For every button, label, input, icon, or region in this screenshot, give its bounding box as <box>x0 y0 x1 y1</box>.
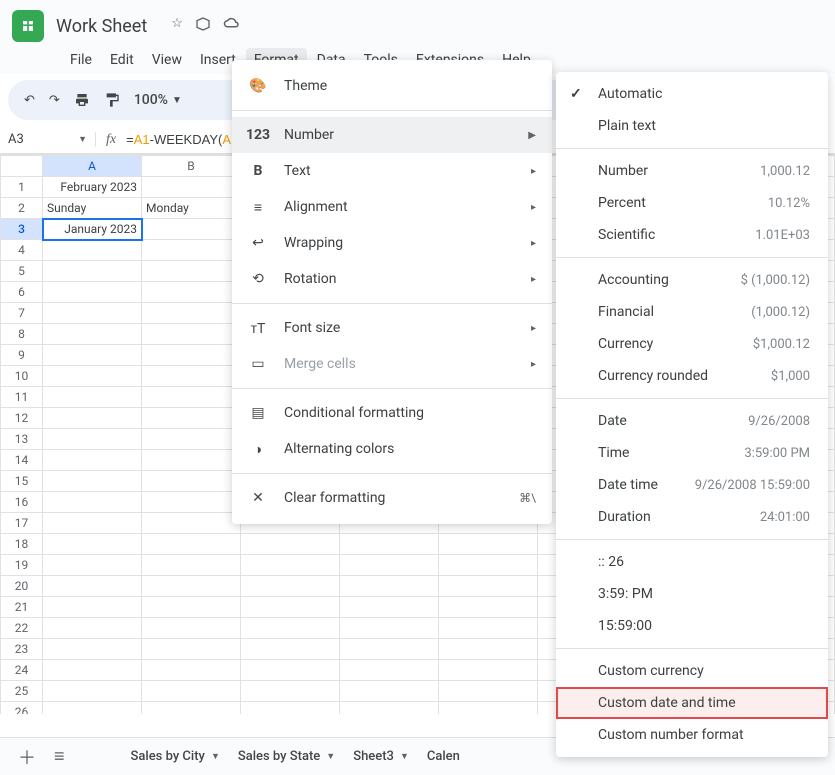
submenu-arrow-icon: ▸ <box>531 323 536 334</box>
chevron-down-icon: ▼ <box>326 751 335 762</box>
chevron-down-icon: ▼ <box>211 751 220 762</box>
col-header[interactable]: A <box>43 156 142 177</box>
add-sheet-icon[interactable]: ＋ <box>18 744 36 770</box>
fmt-datetime[interactable]: Date time9/26/2008 15:59:00 <box>556 469 828 501</box>
menu-text[interactable]: BText▸ <box>232 153 552 189</box>
fmt-scientific[interactable]: Scientific1.01E+03 <box>556 219 828 251</box>
menu-wrapping[interactable]: ↩Wrapping▸ <box>232 225 552 261</box>
name-box-value: A3 <box>8 132 24 147</box>
print-icon[interactable] <box>74 92 90 108</box>
submenu-arrow-icon: ▸ <box>531 202 536 213</box>
conditional-icon: ▤ <box>248 405 268 421</box>
sheet-tab[interactable]: Sheet3▼ <box>353 749 409 764</box>
menu-theme[interactable]: 🎨Theme <box>232 68 552 104</box>
fmt-financial[interactable]: Financial(1,000.12) <box>556 296 828 328</box>
row-header[interactable]: 2 <box>1 198 43 219</box>
menu-edit[interactable]: Edit <box>102 48 142 72</box>
formula-bar[interactable]: =A1-WEEKDAY(A <box>126 132 231 147</box>
cell[interactable]: February 2023 <box>43 177 142 198</box>
fmt-accounting[interactable]: Accounting$ (1,000.12) <box>556 264 828 296</box>
drop-icon: ◑ <box>248 441 268 458</box>
menu-number[interactable]: 123Number▶ <box>232 117 552 153</box>
name-box[interactable]: A3 ▼ <box>0 132 96 147</box>
palette-icon: 🎨 <box>248 78 268 94</box>
submenu-arrow-icon: ▶ <box>528 130 536 141</box>
submenu-arrow-icon: ▸ <box>531 238 536 249</box>
submenu-arrow-icon: ▸ <box>531 166 536 177</box>
sheet-tab[interactable]: Sales by State▼ <box>238 749 335 764</box>
submenu-arrow-icon: ▸ <box>531 274 536 285</box>
fmt-currency[interactable]: Currency$1,000.12 <box>556 328 828 360</box>
move-icon[interactable] <box>195 16 211 36</box>
zoom-select[interactable]: 100% ▼ <box>134 92 182 108</box>
fmt-duration[interactable]: Duration24:01:00 <box>556 501 828 533</box>
cell[interactable]: Sunday <box>43 198 142 219</box>
fx-icon: fx <box>96 132 126 148</box>
select-all-corner[interactable] <box>1 156 43 177</box>
fmt-time[interactable]: Time3:59:00 PM <box>556 437 828 469</box>
fmt-currency-rounded[interactable]: Currency rounded$1,000 <box>556 360 828 392</box>
all-sheets-icon[interactable]: ≡ <box>54 746 65 767</box>
clear-icon: ✕ <box>248 490 268 506</box>
align-icon: ≡ <box>248 199 268 216</box>
paint-format-icon[interactable] <box>104 92 120 108</box>
fmt-custom-number[interactable]: Custom number format <box>556 719 828 751</box>
format-menu: 🎨Theme 123Number▶ BText▸ ≡Alignment▸ ↩Wr… <box>232 60 552 524</box>
number-format-menu: Automatic Plain text Number1,000.12 Perc… <box>556 72 828 757</box>
menu-conditional[interactable]: ▤Conditional formatting <box>232 395 552 431</box>
chevron-down-icon: ▼ <box>172 95 182 106</box>
fmt-number[interactable]: Number1,000.12 <box>556 155 828 187</box>
menu-fontsize[interactable]: ᴛTFont size▸ <box>232 310 552 346</box>
row-header[interactable]: 3 <box>1 219 43 240</box>
fmt-plaintext[interactable]: Plain text <box>556 110 828 142</box>
doc-title[interactable]: Work Sheet <box>56 16 147 37</box>
fmt-custom-datetime[interactable]: Custom date and time <box>556 687 828 719</box>
redo-icon[interactable]: ↷ <box>49 93 60 108</box>
fmt-date[interactable]: Date9/26/2008 <box>556 405 828 437</box>
fmt-sample-1[interactable]: :: 26 <box>556 546 828 578</box>
cloud-status-icon[interactable] <box>223 16 241 36</box>
fmt-percent[interactable]: Percent10.12% <box>556 187 828 219</box>
chevron-down-icon: ▼ <box>400 751 409 762</box>
zoom-value: 100% <box>134 92 168 108</box>
sheet-tab[interactable]: Sales by City▼ <box>131 749 220 764</box>
submenu-arrow-icon: ▸ <box>531 359 536 370</box>
number-icon: 123 <box>248 127 268 143</box>
menu-mergecells: ▭Merge cells▸ <box>232 346 552 382</box>
undo-icon[interactable]: ↶ <box>24 93 35 108</box>
rotation-icon: ⟲ <box>248 271 268 287</box>
wrap-icon: ↩ <box>248 235 268 251</box>
fontsize-icon: ᴛT <box>248 320 268 337</box>
fmt-automatic[interactable]: Automatic <box>556 78 828 110</box>
menu-clearformat[interactable]: ✕Clear formatting⌘\ <box>232 480 552 516</box>
col-header[interactable]: B <box>142 156 241 177</box>
fmt-custom-currency[interactable]: Custom currency <box>556 655 828 687</box>
sheets-logo[interactable] <box>12 10 44 42</box>
row-header[interactable]: 1 <box>1 177 43 198</box>
menu-alternating[interactable]: ◑Alternating colors <box>232 431 552 467</box>
menu-file[interactable]: File <box>62 48 100 72</box>
shortcut-label: ⌘\ <box>519 491 536 505</box>
bold-icon: B <box>248 163 268 179</box>
fmt-sample-3[interactable]: 15:59:00 <box>556 610 828 642</box>
star-icon[interactable]: ☆ <box>171 16 183 36</box>
menu-view[interactable]: View <box>144 48 190 72</box>
menu-alignment[interactable]: ≡Alignment▸ <box>232 189 552 225</box>
merge-icon: ▭ <box>248 356 268 372</box>
fmt-sample-2[interactable]: 3:59: PM <box>556 578 828 610</box>
chevron-down-icon: ▼ <box>78 134 87 145</box>
active-cell[interactable]: January 2023 <box>43 219 142 240</box>
menu-rotation[interactable]: ⟲Rotation▸ <box>232 261 552 297</box>
sheet-tab[interactable]: Calen <box>427 749 460 764</box>
cell[interactable]: Monday <box>142 198 241 219</box>
